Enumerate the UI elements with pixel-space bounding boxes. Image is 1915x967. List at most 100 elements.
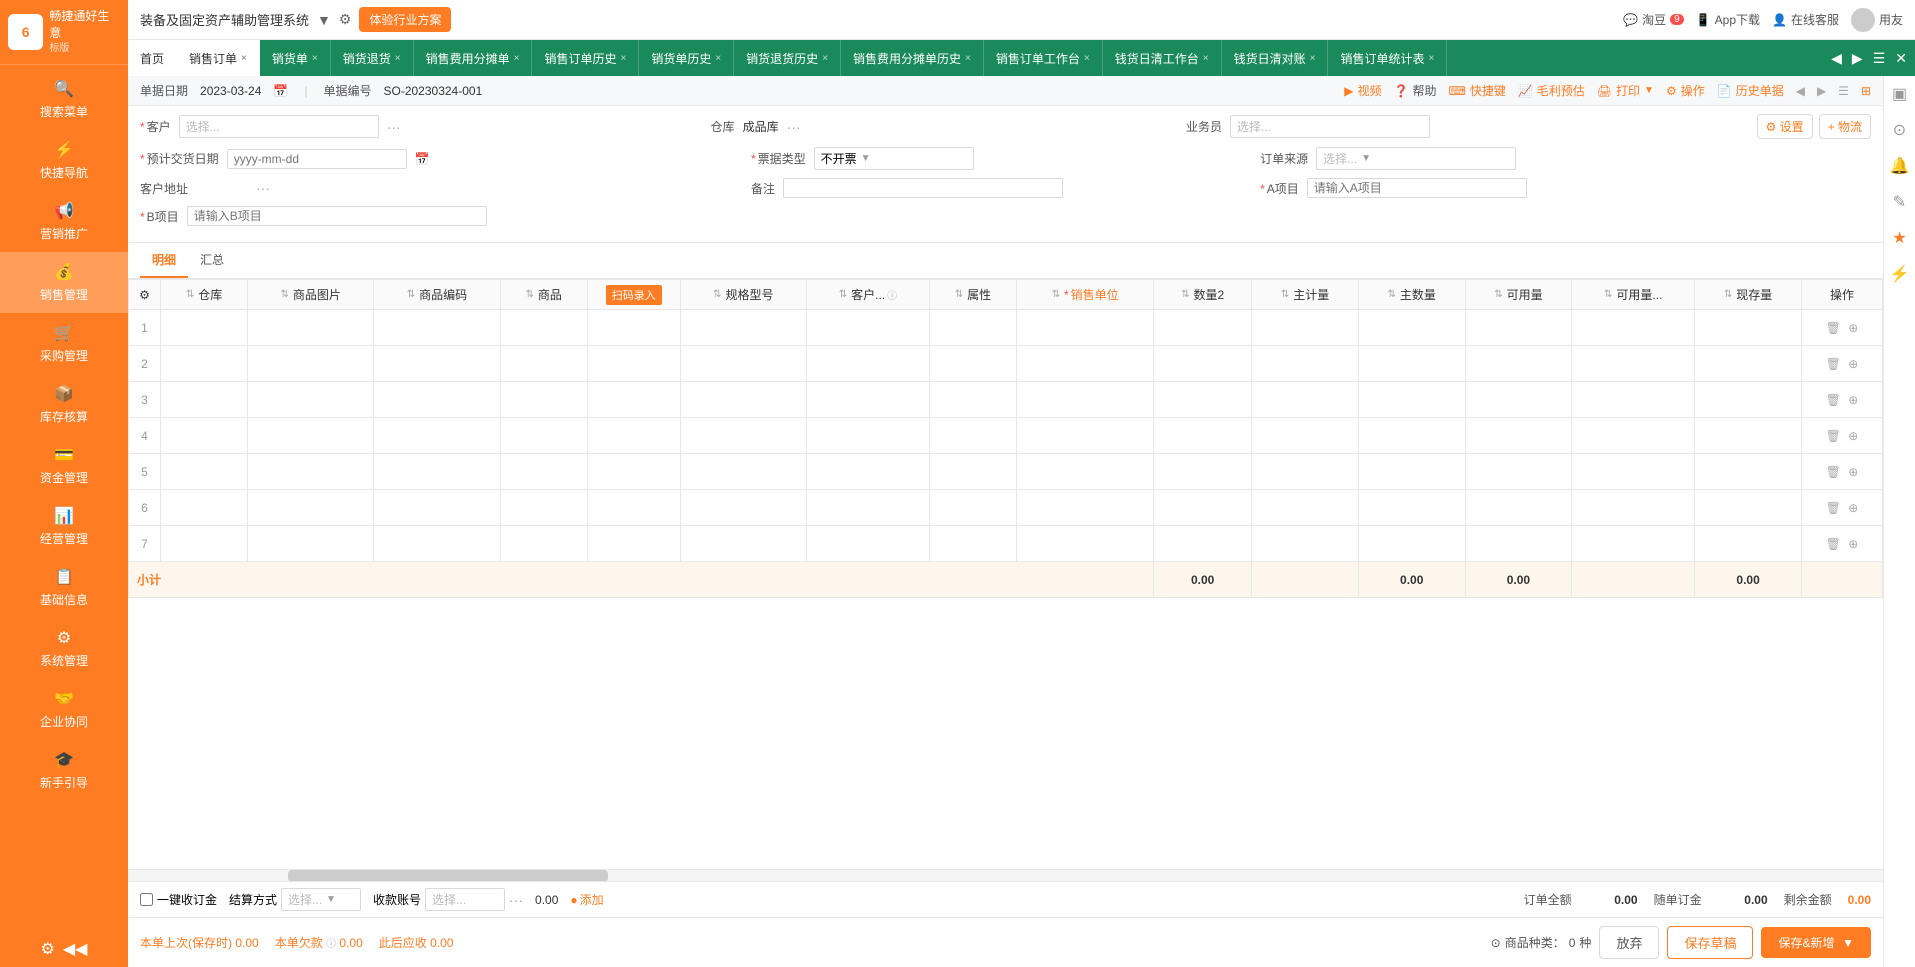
row-6-img[interactable] <box>248 490 374 526</box>
row-5-product[interactable] <box>500 454 587 490</box>
toolbar-print-item[interactable]: 🖨 打印 ▼ <box>1597 82 1654 99</box>
row-4-warehouse[interactable] <box>161 418 248 454</box>
row-2-spec[interactable] <box>680 346 806 382</box>
scan-button[interactable]: 扫码录入 <box>606 285 662 305</box>
row-2-customer-code[interactable] <box>806 346 929 382</box>
warehouse-more-icon[interactable]: ··· <box>787 119 801 135</box>
row-5-qty2[interactable] <box>1154 454 1252 490</box>
row-7-warehouse[interactable] <box>161 526 248 562</box>
row-1-main-unit[interactable] <box>1252 310 1359 346</box>
row-3-attr[interactable] <box>929 382 1016 418</box>
row-7-copy-icon[interactable]: ⊕ <box>1848 537 1858 551</box>
row-5-spec[interactable] <box>680 454 806 490</box>
sidebar-item-enterprise[interactable]: 🤝 企业协同 <box>0 679 128 740</box>
row-5-available[interactable] <box>1465 454 1572 490</box>
row-4-available[interactable] <box>1465 418 1572 454</box>
calendar2-icon[interactable]: 📅 <box>415 152 430 166</box>
row-6-attr[interactable] <box>929 490 1016 526</box>
table-setting-icon[interactable]: ⚙ <box>139 288 150 302</box>
th-spec[interactable]: ⇅规格型号 <box>680 280 806 310</box>
customer-more-icon[interactable]: ··· <box>387 119 401 135</box>
sidebar-item-finance[interactable]: 💳 资金管理 <box>0 435 128 496</box>
row-7-delete-icon[interactable]: 🗑 <box>1826 537 1841 551</box>
row-3-customer-code[interactable] <box>806 382 929 418</box>
row-1-unit[interactable] <box>1017 310 1154 346</box>
tab-sales-stats[interactable]: 销售订单统计表 × <box>1328 40 1447 76</box>
save-draft-button[interactable]: 保存草稿 <box>1667 926 1753 959</box>
row-3-img[interactable] <box>248 382 374 418</box>
row-4-stock[interactable] <box>1695 418 1802 454</box>
th-customer-code[interactable]: ⇅客户...ⓘ <box>806 280 929 310</box>
row-5-warehouse[interactable] <box>161 454 248 490</box>
sidebar-item-operations[interactable]: 📊 经营管理 <box>0 496 128 557</box>
settings-bottom-icon[interactable]: ⚙ <box>41 939 55 959</box>
row-5-delete-icon[interactable]: 🗑 <box>1826 465 1841 479</box>
row-3-stock[interactable] <box>1695 382 1802 418</box>
row-4-delete-icon[interactable]: 🗑 <box>1826 429 1841 443</box>
row-7-attr[interactable] <box>929 526 1016 562</box>
tab-cost-history-close[interactable]: × <box>965 53 971 64</box>
row-1-code[interactable] <box>374 310 500 346</box>
tab-sales-stats-close[interactable]: × <box>1428 53 1434 64</box>
tab-sales-order-history-close[interactable]: × <box>620 53 626 64</box>
right-panel-icon-1[interactable]: ▣ <box>1888 80 1911 108</box>
a-project-input[interactable] <box>1307 178 1527 198</box>
one-click-checkbox[interactable] <box>140 893 153 906</box>
row-4-code[interactable] <box>374 418 500 454</box>
row-7-qty2[interactable] <box>1154 526 1252 562</box>
th-product[interactable]: ⇅商品 <box>500 280 587 310</box>
th-product-code[interactable]: ⇅商品编码 <box>374 280 500 310</box>
add-goods-btn[interactable]: + 物流 <box>1819 114 1871 139</box>
toolbar-next-icon[interactable]: ▶ <box>1817 84 1826 98</box>
row-1-available[interactable] <box>1465 310 1572 346</box>
tab-sales-cost-close[interactable]: × <box>514 53 520 64</box>
tab-return-history-close[interactable]: × <box>822 53 828 64</box>
tab-sales-return-close[interactable]: × <box>395 53 401 64</box>
row-2-img[interactable] <box>248 346 374 382</box>
row-1-delete-icon[interactable]: 🗑 <box>1826 321 1841 335</box>
row-2-product[interactable] <box>500 346 587 382</box>
row-2-main-qty[interactable] <box>1358 346 1465 382</box>
th-unit[interactable]: ⇅*销售单位 <box>1017 280 1154 310</box>
settings-btn[interactable]: ⚙ 设置 <box>1757 114 1813 139</box>
sidebar-item-sales[interactable]: 💰 销售管理 <box>0 252 128 313</box>
save-new-dropdown-icon[interactable]: ▼ <box>1842 936 1854 950</box>
discard-button[interactable]: 放弃 <box>1599 926 1659 959</box>
row-7-customer-code[interactable] <box>806 526 929 562</box>
calendar-icon[interactable]: 📅 <box>273 84 288 98</box>
industry-btn[interactable]: 体验行业方案 <box>359 7 451 32</box>
order-source-select[interactable]: 选择... ▼ <box>1316 147 1516 170</box>
account-select[interactable]: 选择... <box>425 888 505 911</box>
settings-icon[interactable]: ⚙ <box>339 11 352 28</box>
nav-prev-icon[interactable]: ◀ <box>1827 48 1846 69</box>
sidebar-item-quick-nav[interactable]: ⚡ 快捷导航 <box>0 130 128 191</box>
nav-next-icon[interactable]: ▶ <box>1848 48 1867 69</box>
sidebar-item-marketing[interactable]: 📢 营销推广 <box>0 191 128 252</box>
th-setting[interactable]: ⚙ <box>129 280 161 310</box>
tab-summary[interactable]: 汇总 <box>188 243 236 278</box>
tab-sales-order[interactable]: 销售订单 × <box>177 40 260 76</box>
row-6-main-qty[interactable] <box>1358 490 1465 526</box>
row-4-attr[interactable] <box>929 418 1016 454</box>
row-4-unit[interactable] <box>1017 418 1154 454</box>
tab-sales-order-history[interactable]: 销售订单历史 × <box>532 40 639 76</box>
sidebar-item-purchase[interactable]: 🛒 采购管理 <box>0 313 128 374</box>
row-7-main-qty[interactable] <box>1358 526 1465 562</box>
row-4-customer-code[interactable] <box>806 418 929 454</box>
tab-invoice-history-close[interactable]: × <box>715 53 721 64</box>
right-panel-icon-3[interactable]: 🔔 <box>1886 152 1914 180</box>
toolbar-help-item[interactable]: ❓ 帮助 <box>1394 82 1437 99</box>
row-5-main-unit[interactable] <box>1252 454 1359 490</box>
row-2-main-unit[interactable] <box>1252 346 1359 382</box>
row-3-copy-icon[interactable]: ⊕ <box>1848 393 1858 407</box>
row-4-copy-icon[interactable]: ⊕ <box>1848 429 1858 443</box>
toolbar-shortcut-item[interactable]: ⌨ 快捷键 <box>1448 82 1505 99</box>
row-7-spec[interactable] <box>680 526 806 562</box>
sidebar-item-system[interactable]: ⚙ 系统管理 <box>0 618 128 679</box>
add-payment-btn[interactable]: ● 添加 <box>570 891 603 908</box>
row-1-img[interactable] <box>248 310 374 346</box>
row-3-main-qty[interactable] <box>1358 382 1465 418</box>
row-7-stock[interactable] <box>1695 526 1802 562</box>
row-4-qty2[interactable] <box>1154 418 1252 454</box>
tab-cash-workbench[interactable]: 钱货日清工作台 × <box>1103 40 1222 76</box>
